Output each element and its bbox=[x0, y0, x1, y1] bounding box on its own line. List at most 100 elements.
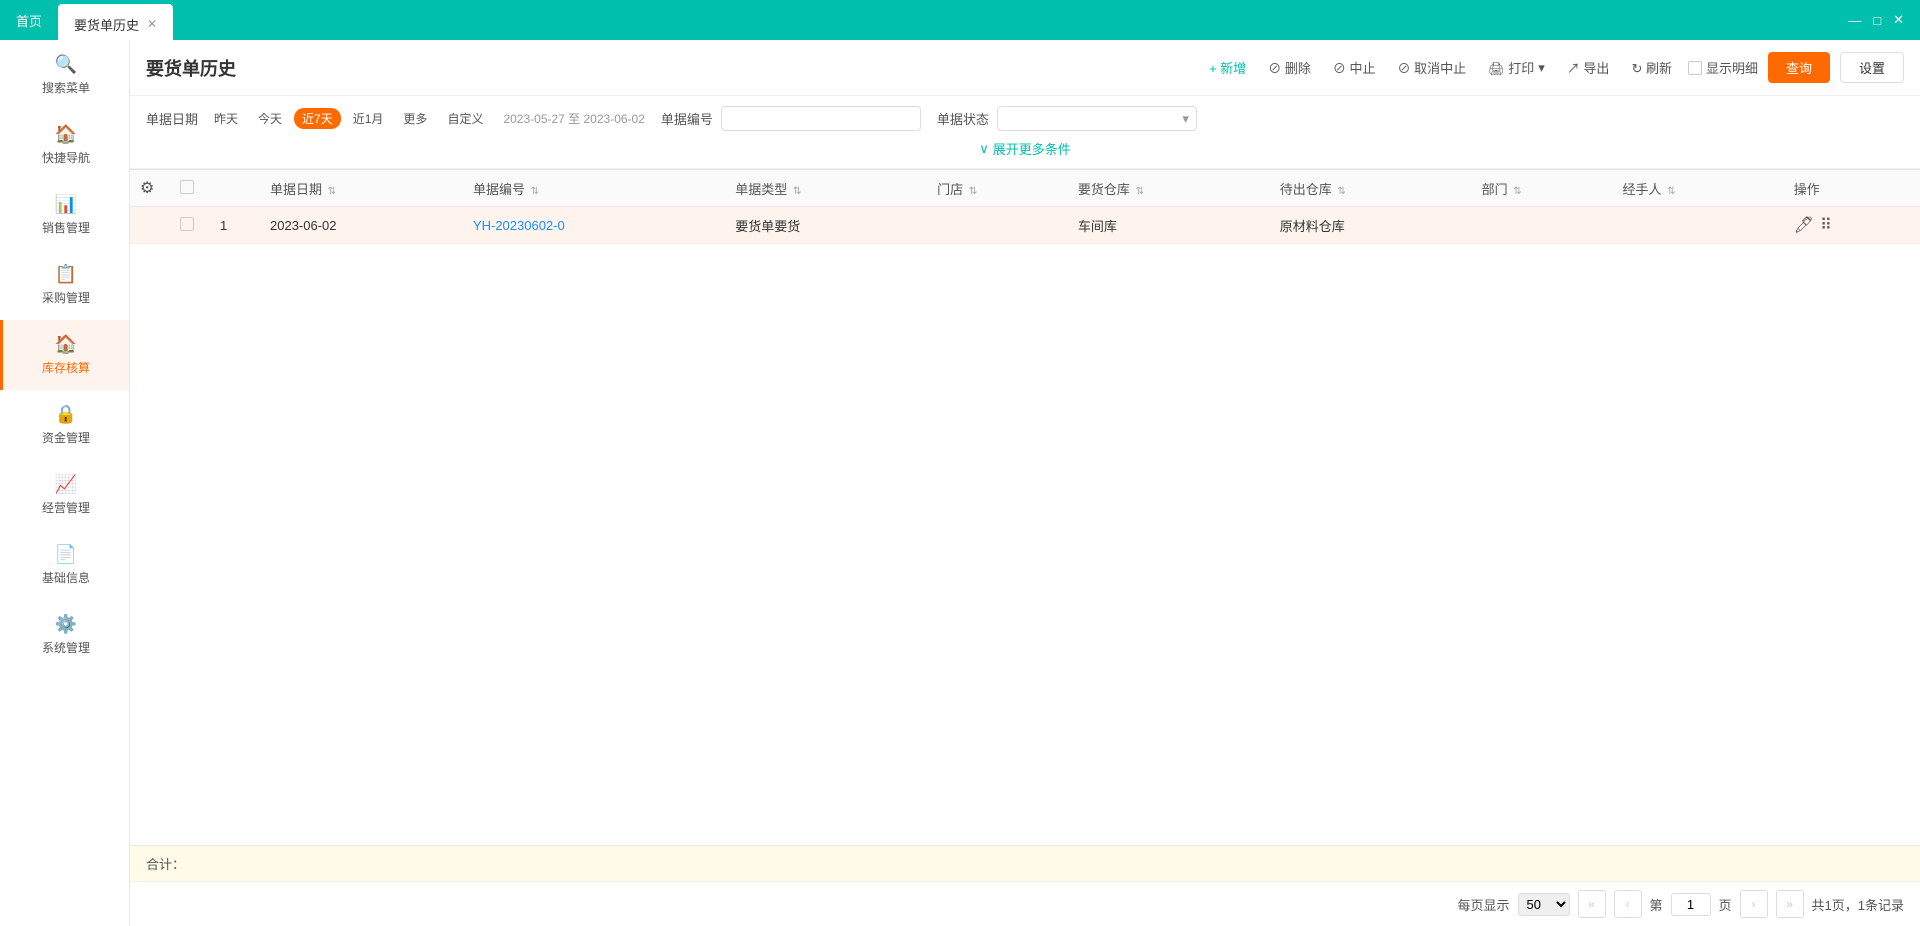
th-action: 操作 bbox=[1784, 170, 1920, 207]
sidebar: 🔍 搜索菜单 🏠 快捷导航 📊 销售管理 📋 采购管理 🏠 库存核算 🔒 资金管… bbox=[0, 40, 130, 926]
pagination-bar: 每页显示 50 10 20 100 « ‹ 第 页 › » 共1页，1条记录 bbox=[130, 881, 1920, 926]
doc-no-filter-group: 单据编号 bbox=[661, 106, 921, 131]
close-tab-icon[interactable]: ✕ bbox=[147, 17, 157, 31]
department-sort-icon[interactable]: ⇅ bbox=[1513, 186, 1521, 197]
sidebar-item-quick-nav[interactable]: 🏠 快捷导航 bbox=[0, 110, 129, 180]
doc-status-select[interactable] bbox=[997, 106, 1197, 131]
th-doc-no-label: 单据编号 bbox=[473, 182, 525, 197]
handler-sort-icon[interactable]: ⇅ bbox=[1667, 186, 1675, 197]
stop-button[interactable]: ⊘ 中止 bbox=[1327, 54, 1382, 81]
sidebar-item-search-menu[interactable]: 🔍 搜索菜单 bbox=[0, 40, 129, 110]
row-checkbox[interactable] bbox=[180, 217, 194, 231]
sidebar-item-inventory[interactable]: 🏠 库存核算 bbox=[0, 320, 129, 390]
settings-button[interactable]: 设置 bbox=[1840, 52, 1904, 83]
query-button[interactable]: 查询 bbox=[1768, 52, 1830, 83]
date-option-yesterday[interactable]: 昨天 bbox=[206, 108, 246, 129]
tab-bar: 首页 要货单历史 ✕ bbox=[0, 0, 1848, 40]
minimize-icon[interactable]: — bbox=[1848, 13, 1861, 28]
doc-status-filter-group: 单据状态 bbox=[937, 106, 1197, 131]
expand-more-button[interactable]: ∨ 展开更多条件 bbox=[979, 139, 1071, 158]
delete-button[interactable]: ⊘ 删除 bbox=[1262, 54, 1317, 81]
th-index bbox=[210, 170, 260, 207]
td-store bbox=[927, 207, 1068, 244]
select-all-checkbox[interactable] bbox=[180, 180, 194, 194]
filter-area: 单据日期 昨天 今天 近7天 近1月 更多 自定义 2023-05-27 至 2… bbox=[130, 96, 1920, 169]
doc-no-sort-icon[interactable]: ⇅ bbox=[531, 186, 539, 197]
th-handler-label: 经手人 bbox=[1622, 182, 1661, 197]
table-body: 1 2023-06-02 YH-20230602-0 要货单要货 bbox=[130, 207, 1920, 244]
sidebar-item-finance-mgmt[interactable]: 🔒 资金管理 bbox=[0, 390, 129, 460]
tab-home[interactable]: 首页 bbox=[0, 0, 58, 40]
sidebar-item-operations-mgmt[interactable]: 📈 经营管理 bbox=[0, 460, 129, 530]
th-doc-date-label: 单据日期 bbox=[270, 182, 322, 197]
td-doc-type: 要货单要货 bbox=[725, 207, 927, 244]
doc-status-select-wrapper bbox=[997, 106, 1197, 131]
td-department bbox=[1472, 207, 1613, 244]
print-button[interactable]: 🖨 打印 ▾ bbox=[1482, 54, 1551, 81]
first-page-button[interactable]: « bbox=[1578, 890, 1606, 918]
display-detail-checkbox[interactable] bbox=[1688, 61, 1702, 75]
action-icons: 🖊 ⠿ bbox=[1794, 215, 1910, 235]
cancel-stop-button[interactable]: ⊘ 取消中止 bbox=[1392, 54, 1473, 81]
td-doc-no: YH-20230602-0 bbox=[463, 207, 725, 244]
doc-no-filter-label: 单据编号 bbox=[661, 109, 713, 128]
th-doc-type-label: 单据类型 bbox=[735, 182, 787, 197]
last-page-button[interactable]: » bbox=[1776, 890, 1804, 918]
operations-mgmt-icon: 📈 bbox=[55, 474, 77, 495]
date-option-1month[interactable]: 近1月 bbox=[345, 108, 392, 129]
tab-requisition-history[interactable]: 要货单历史 ✕ bbox=[58, 4, 173, 44]
edit-icon[interactable]: 🖊 bbox=[1794, 215, 1814, 235]
td-settings bbox=[130, 207, 170, 244]
print-dropdown-icon: ▾ bbox=[1538, 60, 1545, 76]
maximize-icon[interactable]: □ bbox=[1873, 13, 1881, 28]
refresh-button[interactable]: ↻ 刷新 bbox=[1625, 54, 1678, 81]
th-doc-no: 单据编号 ⇅ bbox=[463, 170, 725, 207]
expand-more-section: ∨ 展开更多条件 bbox=[146, 139, 1904, 158]
date-option-custom[interactable]: 自定义 bbox=[439, 108, 491, 129]
doc-no-input[interactable] bbox=[721, 106, 921, 131]
th-settings: ⚙ bbox=[130, 170, 170, 207]
expand-icon: ∨ bbox=[979, 141, 989, 157]
data-table: ⚙ 单据日期 ⇅ 单据编号 ⇅ bbox=[130, 169, 1920, 244]
sidebar-item-system-mgmt[interactable]: ⚙️ 系统管理 bbox=[0, 600, 129, 670]
prev-page-button[interactable]: ‹ bbox=[1614, 890, 1642, 918]
date-option-7days[interactable]: 近7天 bbox=[294, 108, 341, 129]
sidebar-item-sales-mgmt[interactable]: 📊 销售管理 bbox=[0, 180, 129, 250]
store-sort-icon[interactable]: ⇅ bbox=[969, 186, 977, 197]
search-menu-icon: 🔍 bbox=[55, 54, 77, 75]
date-option-today[interactable]: 今天 bbox=[250, 108, 290, 129]
date-options: 昨天 今天 近7天 近1月 更多 自定义 bbox=[206, 108, 491, 129]
window-close-icon[interactable]: ✕ bbox=[1893, 12, 1904, 28]
date-option-more[interactable]: 更多 bbox=[395, 108, 435, 129]
sales-mgmt-icon: 📊 bbox=[55, 194, 77, 215]
top-bar: 首页 要货单历史 ✕ — □ ✕ bbox=[0, 0, 1920, 40]
more-icon[interactable]: ⠿ bbox=[1820, 215, 1832, 235]
doc-date-sort-icon[interactable]: ⇅ bbox=[328, 186, 336, 197]
td-checkbox bbox=[170, 207, 210, 244]
display-detail-toggle[interactable]: 显示明细 bbox=[1688, 58, 1758, 77]
main-layout: 🔍 搜索菜单 🏠 快捷导航 📊 销售管理 📋 采购管理 🏠 库存核算 🔒 资金管… bbox=[0, 40, 1920, 926]
date-range-display: 2023-05-27 至 2023-06-02 bbox=[503, 110, 644, 127]
page-label: 第 bbox=[1650, 895, 1663, 914]
sidebar-item-basic-info[interactable]: 📄 基础信息 bbox=[0, 530, 129, 600]
td-handler bbox=[1612, 207, 1783, 244]
td-index: 1 bbox=[210, 207, 260, 244]
doc-type-sort-icon[interactable]: ⇅ bbox=[793, 186, 801, 197]
th-department-label: 部门 bbox=[1482, 182, 1508, 197]
th-department: 部门 ⇅ bbox=[1472, 170, 1613, 207]
sidebar-item-purchase-mgmt[interactable]: 📋 采购管理 bbox=[0, 250, 129, 320]
finance-mgmt-icon: 🔒 bbox=[55, 404, 77, 425]
per-page-label: 每页显示 bbox=[1457, 895, 1509, 914]
doc-no-link[interactable]: YH-20230602-0 bbox=[473, 218, 565, 233]
pending-warehouse-sort-icon[interactable]: ⇅ bbox=[1337, 186, 1345, 197]
table-area: ⚙ 单据日期 ⇅ 单据编号 ⇅ bbox=[130, 169, 1920, 845]
column-settings-icon[interactable]: ⚙ bbox=[140, 180, 154, 197]
new-button[interactable]: + 新增 bbox=[1203, 54, 1252, 81]
next-page-button[interactable]: › bbox=[1740, 890, 1768, 918]
req-warehouse-sort-icon[interactable]: ⇅ bbox=[1136, 186, 1144, 197]
th-pending-warehouse: 待出仓库 ⇅ bbox=[1270, 170, 1472, 207]
export-button[interactable]: ↗ 导出 bbox=[1561, 54, 1616, 81]
table-header-row: ⚙ 单据日期 ⇅ 单据编号 ⇅ bbox=[130, 170, 1920, 207]
page-size-select[interactable]: 50 10 20 100 bbox=[1518, 893, 1570, 916]
page-input[interactable] bbox=[1671, 893, 1711, 916]
